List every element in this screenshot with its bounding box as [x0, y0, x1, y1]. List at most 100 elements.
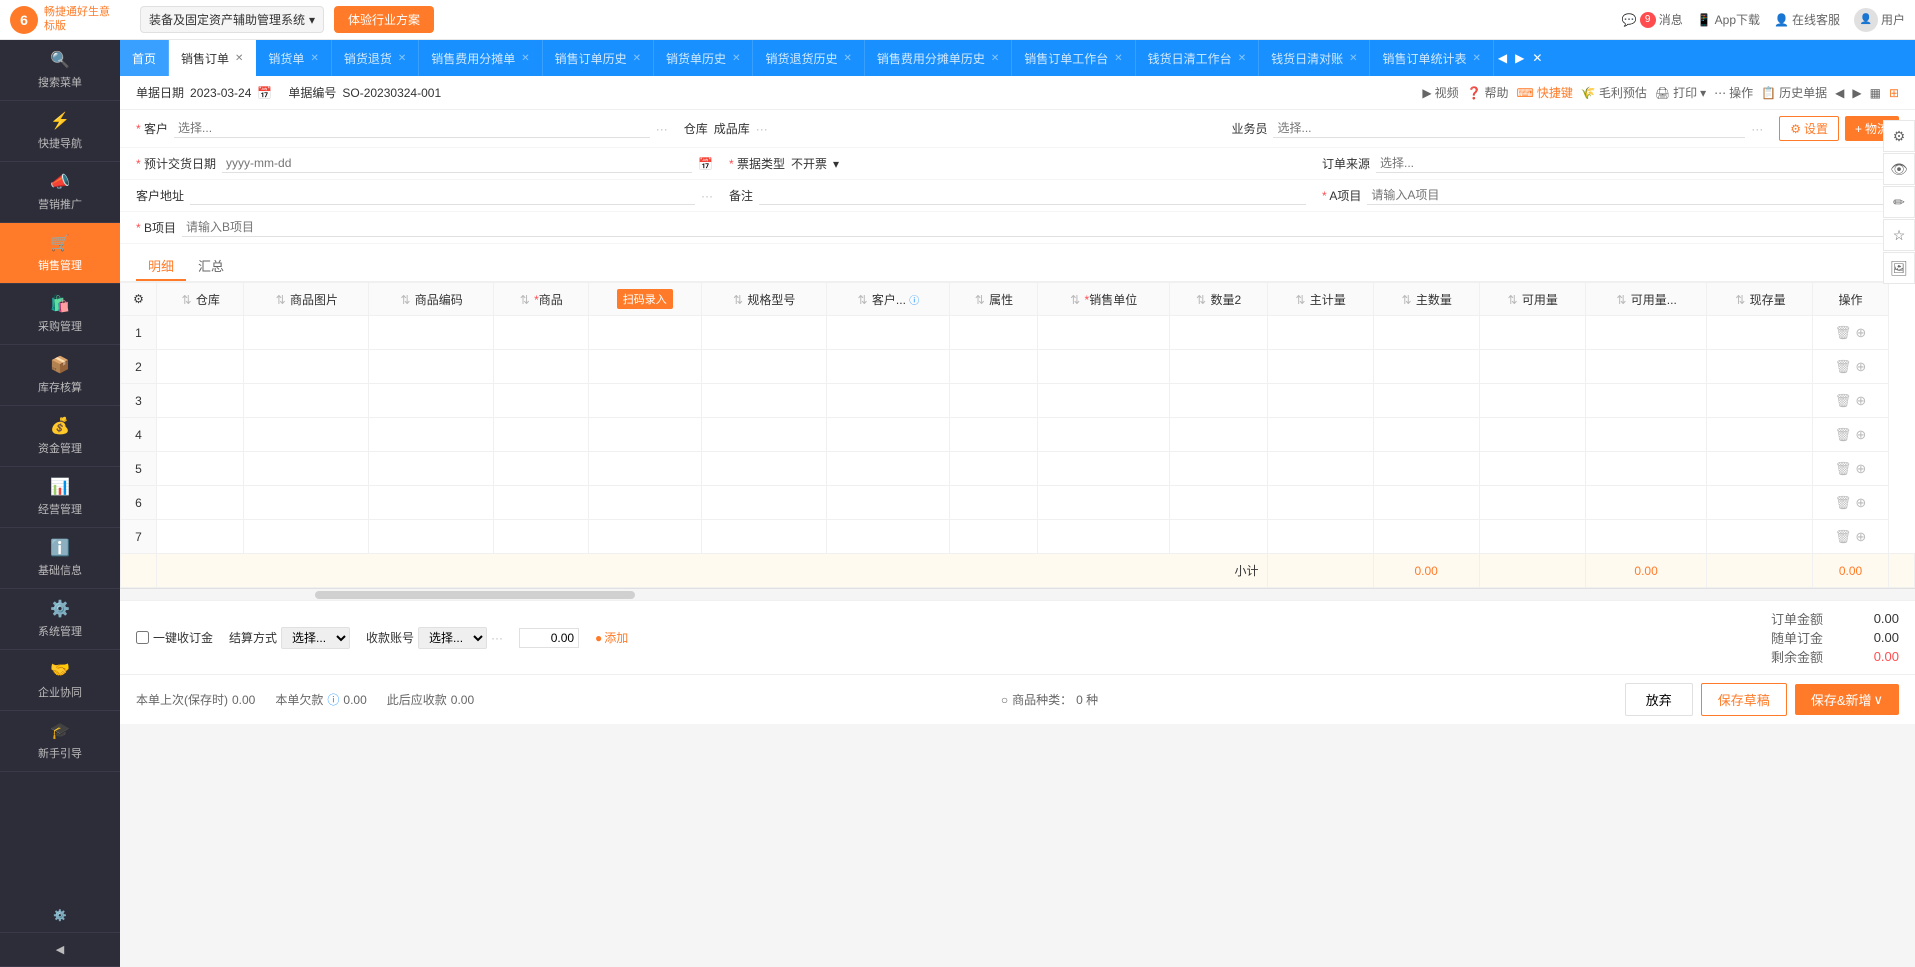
- tab-sales-goods[interactable]: 销货单 ✕: [256, 40, 331, 76]
- right-icon-star[interactable]: ☆: [1883, 219, 1915, 251]
- tab-menu-button[interactable]: ✕: [1528, 51, 1546, 65]
- delete-icon[interactable]: 🗑: [1835, 427, 1852, 443]
- sidebar-item-quick-nav[interactable]: ⚡ 快捷导航: [0, 101, 120, 162]
- scan-button[interactable]: 扫码录入: [617, 289, 673, 309]
- copy-icon[interactable]: ⊕: [1855, 495, 1866, 511]
- industry-button[interactable]: 体验行业方案: [334, 6, 434, 33]
- amount-input[interactable]: [519, 628, 579, 648]
- sidebar-item-guide[interactable]: 🎓 新手引导: [0, 711, 120, 772]
- copy-icon[interactable]: ⊕: [1855, 393, 1866, 409]
- sidebar-item-search[interactable]: 🔍 搜索菜单: [0, 40, 120, 101]
- row-qty2-2[interactable]: [1169, 350, 1267, 384]
- row-qty2-1[interactable]: [1169, 316, 1267, 350]
- row-attr-2[interactable]: [950, 350, 1037, 384]
- address-more-icon[interactable]: ···: [701, 189, 713, 203]
- row-code-2[interactable]: [369, 350, 494, 384]
- tab-close-icon[interactable]: ✕: [732, 53, 740, 64]
- tab-close-icon[interactable]: ✕: [521, 53, 529, 64]
- copy-icon[interactable]: ⊕: [1855, 359, 1866, 375]
- app-download-button[interactable]: 📱 App下载: [1697, 11, 1760, 28]
- col-settings-header[interactable]: ⚙: [121, 283, 157, 316]
- staff-more-icon[interactable]: ···: [1751, 122, 1763, 136]
- order-source-input[interactable]: [1376, 154, 1887, 173]
- row-spec-1[interactable]: [701, 316, 826, 350]
- row-warehouse-1[interactable]: [157, 316, 244, 350]
- tab-cash-workbench[interactable]: 钱货日清工作台 ✕: [1136, 40, 1259, 76]
- tab-close-icon[interactable]: ✕: [843, 53, 851, 64]
- delete-icon[interactable]: 🗑: [1835, 325, 1852, 341]
- tab-close-icon[interactable]: ✕: [235, 53, 243, 64]
- scrollbar-thumb[interactable]: [315, 591, 635, 599]
- tab-close-icon[interactable]: ✕: [991, 53, 999, 64]
- sidebar-item-finance[interactable]: 💰 资金管理: [0, 406, 120, 467]
- tab-close-icon[interactable]: ✕: [633, 53, 641, 64]
- profit-action[interactable]: 🌾 毛利预估: [1581, 84, 1647, 101]
- note-input[interactable]: [759, 186, 1306, 205]
- sidebar-item-base-info[interactable]: ℹ️ 基础信息: [0, 528, 120, 589]
- staff-input[interactable]: [1273, 119, 1745, 138]
- delete-icon[interactable]: 🗑: [1835, 359, 1852, 375]
- row-unit-2[interactable]: [1037, 350, 1169, 384]
- delete-icon[interactable]: 🗑: [1835, 393, 1852, 409]
- account-more-icon[interactable]: ···: [491, 631, 503, 645]
- row-customer-code-1[interactable]: [826, 316, 950, 350]
- online-service-button[interactable]: 👤 在线客服: [1774, 11, 1840, 28]
- sidebar-item-inventory[interactable]: 📦 库存核算: [0, 345, 120, 406]
- tab-close-icon[interactable]: ✕: [398, 53, 406, 64]
- right-icon-edit[interactable]: ✏: [1883, 186, 1915, 218]
- tab-close-icon[interactable]: ✕: [1473, 53, 1481, 64]
- one-click-checkbox[interactable]: 一键收订金: [136, 629, 213, 646]
- settlement-select[interactable]: 选择...: [281, 627, 350, 649]
- sidebar-item-enterprise[interactable]: 🤝 企业协同: [0, 650, 120, 711]
- sidebar-item-operation[interactable]: 📊 经营管理: [0, 467, 120, 528]
- print-action[interactable]: 🖨 打印 ▾: [1655, 84, 1706, 101]
- warehouse-more-icon[interactable]: ···: [756, 122, 768, 136]
- horizontal-scrollbar[interactable]: [120, 588, 1915, 600]
- tab-expense-history[interactable]: 销售费用分摊单历史 ✕: [865, 40, 1012, 76]
- account-select[interactable]: 选择...: [418, 627, 487, 649]
- shortcut-action[interactable]: ⌨ 快捷键: [1517, 84, 1573, 101]
- row-customer-code-2[interactable]: [826, 350, 950, 384]
- tab-summary[interactable]: 汇总: [186, 252, 236, 281]
- calendar-icon[interactable]: 📅: [257, 86, 272, 100]
- delete-icon[interactable]: 🗑: [1835, 461, 1852, 477]
- row-spec-2[interactable]: [701, 350, 826, 384]
- tab-cash-reconcile[interactable]: 钱货日清对账 ✕: [1259, 40, 1370, 76]
- sidebar-item-system[interactable]: ⚙️ 系统管理: [0, 589, 120, 650]
- row-attr-1[interactable]: [950, 316, 1037, 350]
- sidebar-collapse-button[interactable]: ◀: [0, 933, 120, 967]
- system-selector[interactable]: 装备及固定资产辅助管理系统 ▾: [140, 6, 324, 33]
- nav-prev-icon[interactable]: ◀: [1835, 86, 1844, 100]
- sidebar-item-sales[interactable]: 🛒 销售管理: [0, 223, 120, 284]
- more-action[interactable]: ⋯ 操作: [1714, 84, 1753, 101]
- right-icon-view[interactable]: 👁: [1883, 153, 1915, 185]
- tab-order-history[interactable]: 销售订单历史 ✕: [543, 40, 654, 76]
- delete-icon[interactable]: 🗑: [1835, 529, 1852, 545]
- invoice-chevron-icon[interactable]: ▾: [833, 157, 839, 171]
- row-unit-1[interactable]: [1037, 316, 1169, 350]
- tab-close-icon[interactable]: ✕: [1349, 53, 1357, 64]
- history-action[interactable]: 📋 历史单据: [1761, 84, 1827, 101]
- tab-close-icon[interactable]: ✕: [310, 53, 318, 64]
- copy-icon[interactable]: ⊕: [1855, 325, 1866, 341]
- right-icon-settings[interactable]: ⚙: [1883, 120, 1915, 152]
- add-item-button[interactable]: ● 添加: [595, 629, 628, 646]
- expand-icon[interactable]: ⊞: [1889, 86, 1899, 100]
- user-menu-button[interactable]: 👤 用户: [1854, 8, 1905, 32]
- tab-sales-return[interactable]: 销货退货 ✕: [332, 40, 419, 76]
- view-action[interactable]: ▶ 视频: [1422, 84, 1458, 101]
- calendar2-icon[interactable]: 📅: [698, 157, 713, 171]
- tab-expense-split[interactable]: 销售费用分摊单 ✕: [419, 40, 542, 76]
- tab-next-button[interactable]: ▶: [1511, 51, 1528, 65]
- save-new-button[interactable]: 保存&新增 ∨: [1795, 684, 1899, 715]
- copy-icon[interactable]: ⊕: [1855, 529, 1866, 545]
- row-code-1[interactable]: [369, 316, 494, 350]
- copy-icon[interactable]: ⊕: [1855, 461, 1866, 477]
- message-button[interactable]: 💬 9 消息: [1622, 11, 1683, 28]
- row-warehouse-2[interactable]: [157, 350, 244, 384]
- tab-goods-history[interactable]: 销货单历史 ✕: [654, 40, 753, 76]
- help-action[interactable]: ❓ 帮助: [1467, 84, 1509, 101]
- row-goods-2[interactable]: [493, 350, 588, 384]
- b-project-input[interactable]: [182, 218, 1899, 237]
- tab-return-history[interactable]: 销货退货历史 ✕: [753, 40, 864, 76]
